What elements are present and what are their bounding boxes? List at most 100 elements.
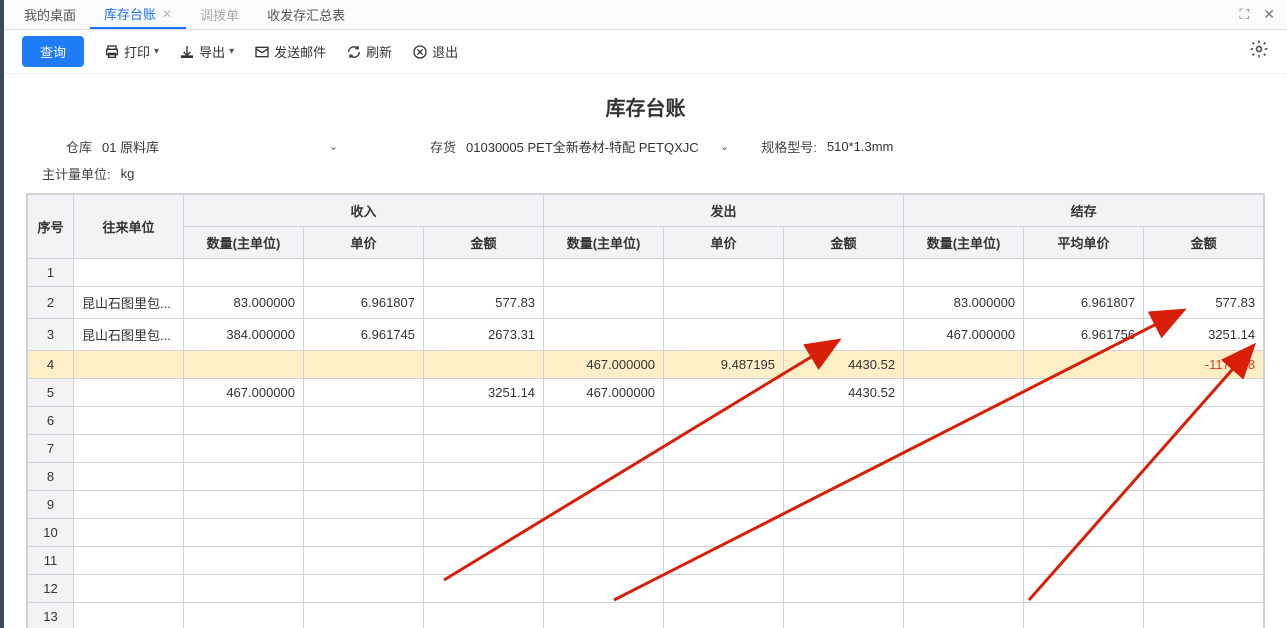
tab-my-desktop[interactable]: 我的桌面 (10, 0, 90, 29)
cell[interactable] (304, 379, 424, 407)
cell[interactable] (304, 491, 424, 519)
cell[interactable]: 9 (28, 491, 74, 519)
cell[interactable]: 467.000000 (544, 351, 664, 379)
cell[interactable] (664, 603, 784, 628)
cell[interactable] (544, 491, 664, 519)
cell[interactable] (424, 351, 544, 379)
table-row[interactable]: 10 (28, 519, 1264, 547)
cell[interactable] (904, 575, 1024, 603)
col-seq[interactable]: 序号 (28, 195, 74, 259)
cell[interactable] (74, 463, 184, 491)
cell[interactable]: 83.000000 (904, 287, 1024, 319)
cell[interactable]: 467.000000 (184, 379, 304, 407)
cell[interactable] (184, 519, 304, 547)
cell[interactable] (784, 519, 904, 547)
table-row[interactable]: 11 (28, 547, 1264, 575)
cell[interactable] (904, 463, 1024, 491)
tab-inventory-ledger[interactable]: 库存台账 ✕ (90, 0, 186, 29)
cell[interactable] (544, 603, 664, 628)
cell[interactable] (304, 259, 424, 287)
cell[interactable] (184, 575, 304, 603)
cell[interactable] (904, 407, 1024, 435)
cell[interactable]: 7 (28, 435, 74, 463)
cell[interactable] (904, 351, 1024, 379)
cell[interactable]: 2 (28, 287, 74, 319)
cell[interactable] (74, 575, 184, 603)
cell[interactable] (1144, 519, 1264, 547)
cell[interactable] (904, 379, 1024, 407)
cell[interactable]: 6.961756 (1024, 319, 1144, 351)
cell[interactable] (904, 491, 1024, 519)
cell[interactable]: 昆山石图里包... (74, 287, 184, 319)
cell[interactable] (424, 491, 544, 519)
cell[interactable] (1144, 407, 1264, 435)
goods-select[interactable]: 01030005 PET全新卷材-特配 PETQXJC ⌄ (462, 135, 729, 158)
cell[interactable] (544, 519, 664, 547)
cell[interactable] (424, 407, 544, 435)
cell[interactable] (784, 491, 904, 519)
cell[interactable] (544, 287, 664, 319)
cell[interactable] (1024, 379, 1144, 407)
cell[interactable] (1024, 603, 1144, 628)
cell[interactable] (74, 603, 184, 628)
send-email-button[interactable]: 发送邮件 (254, 42, 326, 61)
settings-button[interactable] (1249, 39, 1269, 64)
col-bal-qty[interactable]: 数量(主单位) (904, 227, 1024, 259)
cell[interactable] (664, 547, 784, 575)
cell[interactable] (74, 407, 184, 435)
cell[interactable] (1024, 519, 1144, 547)
colgroup-bal[interactable]: 结存 (904, 195, 1264, 227)
refresh-button[interactable]: 刷新 (346, 42, 392, 61)
table-row[interactable]: 1 (28, 259, 1264, 287)
cell[interactable] (904, 435, 1024, 463)
cell[interactable] (304, 547, 424, 575)
cell[interactable]: 9.487195 (664, 351, 784, 379)
cell[interactable] (664, 435, 784, 463)
cell[interactable] (424, 463, 544, 491)
cell[interactable] (784, 259, 904, 287)
cell[interactable] (664, 319, 784, 351)
colgroup-out[interactable]: 发出 (544, 195, 904, 227)
cell[interactable] (1144, 435, 1264, 463)
table-row[interactable]: 8 (28, 463, 1264, 491)
cell[interactable]: 3251.14 (1144, 319, 1264, 351)
cell[interactable]: 6.961745 (304, 319, 424, 351)
cell[interactable] (1144, 547, 1264, 575)
cell[interactable]: 4430.52 (784, 351, 904, 379)
cell[interactable]: 4430.52 (784, 379, 904, 407)
col-in-price[interactable]: 单价 (304, 227, 424, 259)
cell[interactable] (184, 259, 304, 287)
cell[interactable] (184, 603, 304, 628)
tab-in-out-summary[interactable]: 收发存汇总表 (253, 0, 359, 29)
cell[interactable]: 3 (28, 319, 74, 351)
table-row[interactable]: 4467.0000009.4871954430.52-1179.38 (28, 351, 1264, 379)
cell[interactable] (304, 463, 424, 491)
cell[interactable] (904, 547, 1024, 575)
cell[interactable]: 4 (28, 351, 74, 379)
print-button[interactable]: 打印 ▾ (104, 42, 159, 61)
cell[interactable] (184, 407, 304, 435)
cell[interactable]: 5 (28, 379, 74, 407)
cell[interactable]: 12 (28, 575, 74, 603)
cell[interactable] (664, 575, 784, 603)
cell[interactable] (1144, 575, 1264, 603)
cell[interactable]: 6.961807 (1024, 287, 1144, 319)
cell[interactable] (784, 547, 904, 575)
cell[interactable] (184, 435, 304, 463)
col-bal-amt[interactable]: 金额 (1144, 227, 1264, 259)
cell[interactable] (1144, 491, 1264, 519)
cell[interactable] (184, 547, 304, 575)
cell[interactable] (784, 319, 904, 351)
col-out-qty[interactable]: 数量(主单位) (544, 227, 664, 259)
cell[interactable]: 昆山石图里包... (74, 319, 184, 351)
cell[interactable] (784, 435, 904, 463)
cell[interactable] (1024, 491, 1144, 519)
cell[interactable] (304, 603, 424, 628)
cell[interactable] (544, 259, 664, 287)
col-out-price[interactable]: 单价 (664, 227, 784, 259)
cell[interactable]: 11 (28, 547, 74, 575)
cell[interactable] (184, 351, 304, 379)
cell[interactable] (74, 259, 184, 287)
export-button[interactable]: 导出 ▾ (179, 42, 234, 61)
cell[interactable] (424, 603, 544, 628)
